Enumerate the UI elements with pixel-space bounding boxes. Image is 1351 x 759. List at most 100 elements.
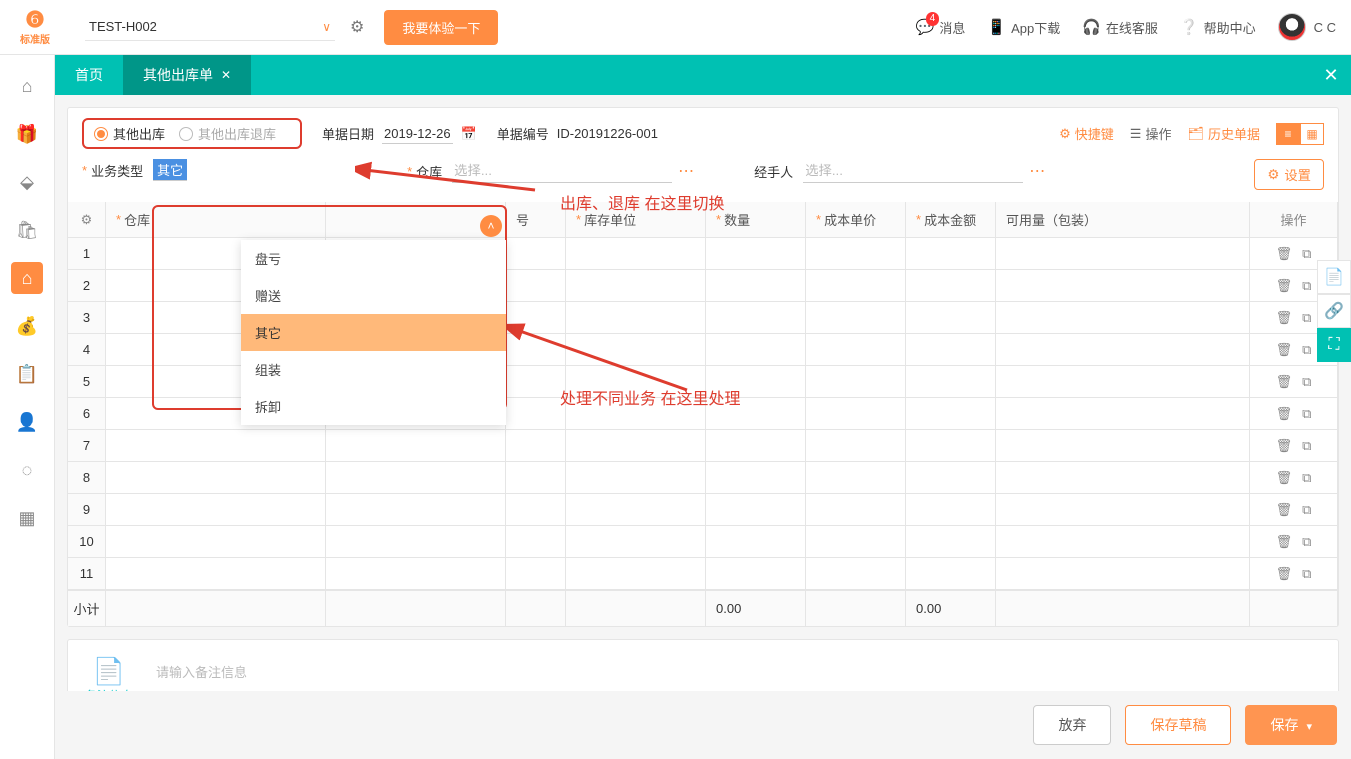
- nav-money-icon[interactable]: 💰: [11, 310, 43, 342]
- table-row[interactable]: 10🗑⧉: [68, 526, 1338, 558]
- chevron-up-icon[interactable]: ˄: [480, 215, 502, 237]
- customer-service-link[interactable]: 🎧 在线客服: [1082, 18, 1158, 37]
- copy-row-icon[interactable]: ⧉: [1302, 502, 1311, 518]
- nav-clipboard-icon[interactable]: 📋: [11, 358, 43, 390]
- more-icon[interactable]: ⋯: [1029, 161, 1045, 181]
- messages-badge: 4: [926, 12, 940, 26]
- gear-icon: ⚙: [1267, 167, 1279, 183]
- row-index: 3: [68, 302, 106, 333]
- row-index: 8: [68, 462, 106, 493]
- delete-row-icon[interactable]: 🗑: [1276, 534, 1293, 550]
- option-zengsong[interactable]: 赠送: [241, 277, 506, 314]
- user-menu[interactable]: C C: [1278, 13, 1336, 41]
- table-row[interactable]: 8 🗑 ⧉: [68, 462, 1338, 494]
- org-selector[interactable]: TEST-H002 ∨: [85, 13, 335, 41]
- copy-row-icon[interactable]: ⧉: [1302, 566, 1311, 582]
- delete-row-icon[interactable]: 🗑: [1276, 310, 1293, 326]
- more-icon[interactable]: ⋯: [678, 161, 694, 181]
- delete-row-icon[interactable]: 🗑: [1276, 374, 1293, 390]
- docno-label: 单据编号: [497, 124, 549, 143]
- row-index: 4: [68, 334, 106, 365]
- nav-bag-icon[interactable]: 🛍: [11, 214, 43, 246]
- option-zuzhuang[interactable]: 组装: [241, 351, 506, 388]
- tab-other-outbound[interactable]: 其他出库单 ✕: [123, 55, 251, 95]
- radio-other-outbound[interactable]: 其他出库: [94, 124, 165, 143]
- delete-row-icon[interactable]: 🗑: [1276, 278, 1293, 294]
- discard-button[interactable]: 放弃: [1033, 705, 1111, 745]
- history-link[interactable]: 🗂 历史单据: [1187, 124, 1260, 143]
- docno-value: ID-20191226-001: [557, 126, 658, 141]
- remark-input[interactable]: [154, 660, 1322, 691]
- delete-row-icon[interactable]: 🗑: [1276, 438, 1293, 454]
- row-index: 2: [68, 270, 106, 301]
- messages-link[interactable]: 💬 消息 4: [916, 18, 966, 37]
- date-input[interactable]: 2019-12-26: [382, 124, 453, 144]
- outbound-mode-group: 其他出库 其他出库退库: [82, 118, 302, 149]
- delete-row-icon[interactable]: 🗑: [1276, 246, 1293, 262]
- trial-button[interactable]: 我要体验一下: [384, 10, 498, 45]
- tool-doc-icon[interactable]: 📄: [1317, 260, 1351, 294]
- copy-row-icon[interactable]: ⧉: [1302, 406, 1311, 422]
- view-list-icon[interactable]: ≡: [1276, 123, 1300, 145]
- nav-contact-icon[interactable]: 👤: [11, 406, 43, 438]
- help-link[interactable]: ❔ 帮助中心: [1180, 18, 1256, 37]
- nav-warehouse-icon[interactable]: ⌂: [11, 262, 43, 294]
- row-index: 6: [68, 398, 106, 429]
- edition-tag: 标准版: [20, 31, 50, 46]
- copy-row-icon[interactable]: ⧉: [1302, 310, 1311, 326]
- delete-row-icon[interactable]: 🗑: [1276, 470, 1293, 486]
- settings-button[interactable]: ⚙ 设置: [1254, 159, 1324, 190]
- copy-row-icon[interactable]: ⧉: [1302, 438, 1311, 454]
- row-index: 7: [68, 430, 106, 461]
- table-header: ⚙ *仓库 号 *库存单位 *数量 *成本单价 *成本金额 可用量（包装） 操作: [68, 202, 1338, 238]
- save-button[interactable]: 保存▾: [1245, 705, 1337, 745]
- note-icon: 📄: [93, 656, 125, 687]
- row-index: 9: [68, 494, 106, 525]
- nav-new-icon[interactable]: ▦: [11, 502, 43, 534]
- biztype-field[interactable]: *业务类型 其它: [82, 159, 187, 181]
- option-pankui[interactable]: 盘亏: [241, 240, 506, 277]
- operate-link[interactable]: ☰ 操作: [1130, 124, 1172, 143]
- option-qita[interactable]: 其它: [241, 314, 506, 351]
- delete-row-icon[interactable]: 🗑: [1276, 342, 1293, 358]
- handler-input[interactable]: [803, 159, 1023, 183]
- nav-gift-icon[interactable]: 🎁: [11, 118, 43, 150]
- tool-link-icon[interactable]: 🔗: [1317, 294, 1351, 328]
- copy-row-icon[interactable]: ⧉: [1302, 278, 1311, 294]
- gear-column-icon[interactable]: ⚙: [68, 202, 106, 237]
- app-download-link[interactable]: 📱 App下载: [987, 18, 1060, 37]
- shortcut-link[interactable]: ⚙ 快捷键: [1059, 124, 1114, 143]
- nav-loop-icon[interactable]: ◌: [11, 454, 43, 486]
- save-draft-button[interactable]: 保存草稿: [1125, 705, 1231, 745]
- nav-tag-icon[interactable]: ⬙: [11, 166, 43, 198]
- delete-row-icon[interactable]: 🗑: [1276, 406, 1293, 422]
- handler-field[interactable]: 经手人 ⋯: [754, 159, 1045, 183]
- gear-icon[interactable]: ⚙: [350, 17, 364, 37]
- close-all-tabs[interactable]: ✕: [1311, 55, 1351, 95]
- table-row[interactable]: 9 🗑 ⧉: [68, 494, 1338, 526]
- delete-row-icon[interactable]: 🗑: [1276, 502, 1293, 518]
- table-row[interactable]: 7 🗑 ⧉: [68, 430, 1338, 462]
- copy-row-icon[interactable]: ⧉: [1302, 470, 1311, 486]
- copy-row-icon[interactable]: ⧉: [1302, 374, 1311, 390]
- chevron-down-icon: ▾: [1306, 721, 1312, 733]
- view-grid-icon[interactable]: ▦: [1300, 123, 1324, 145]
- radio-other-outbound-return[interactable]: 其他出库退库: [179, 124, 276, 143]
- calendar-icon[interactable]: 📅: [461, 126, 477, 142]
- footer-actions: 放弃 保存草稿 保存▾: [55, 691, 1351, 759]
- copy-row-icon[interactable]: ⧉: [1302, 534, 1311, 550]
- warehouse-input[interactable]: [452, 159, 672, 183]
- tab-home[interactable]: 首页: [55, 55, 123, 95]
- warehouse-field[interactable]: *仓库 ⋯: [407, 159, 694, 183]
- table-row[interactable]: 11🗑⧉: [68, 558, 1338, 590]
- close-tab-icon[interactable]: ✕: [221, 68, 231, 82]
- radio-dot-icon: [94, 127, 108, 141]
- delete-row-icon[interactable]: 🗑: [1276, 566, 1293, 582]
- user-name: C C: [1314, 20, 1336, 35]
- copy-row-icon[interactable]: ⧉: [1302, 246, 1311, 262]
- option-chaixie[interactable]: 拆卸: [241, 388, 506, 425]
- avatar: [1278, 13, 1306, 41]
- tool-expand-icon[interactable]: ⛶: [1317, 328, 1351, 362]
- copy-row-icon[interactable]: ⧉: [1302, 342, 1311, 358]
- nav-home-icon[interactable]: ⌂: [11, 70, 43, 102]
